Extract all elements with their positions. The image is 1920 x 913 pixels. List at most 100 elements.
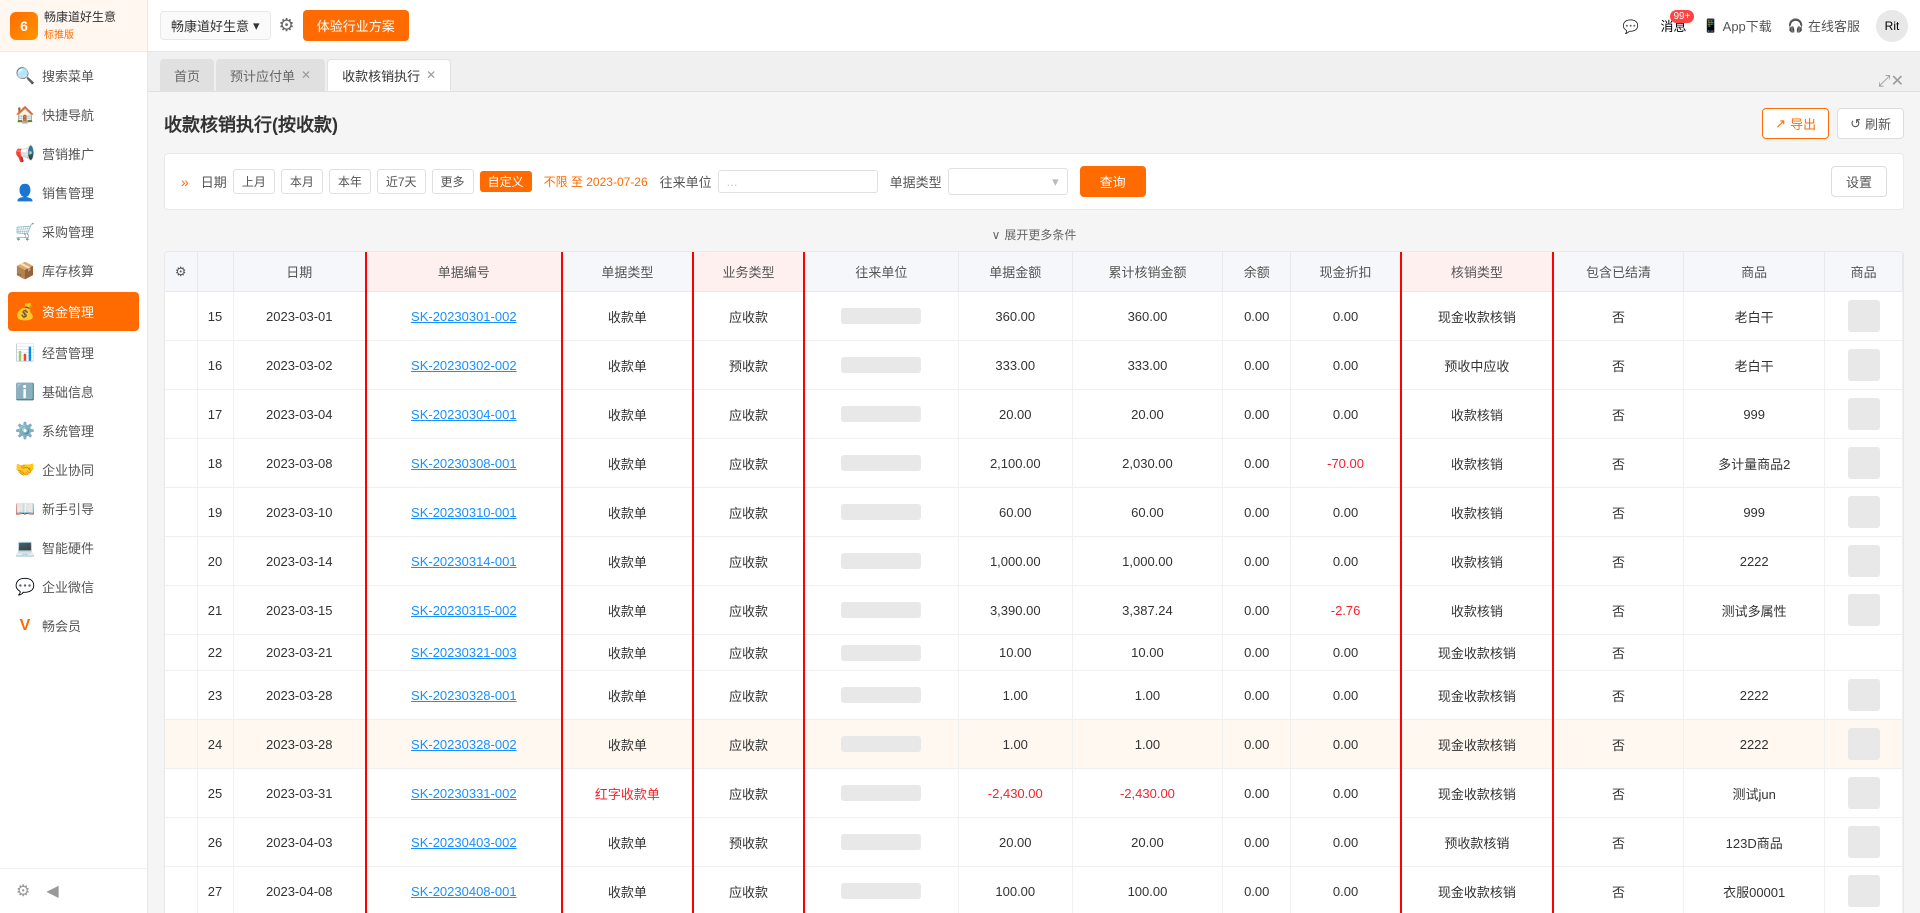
date-btn-last-month[interactable]: 上月 (233, 169, 275, 194)
cell-include-settled: 否 (1553, 341, 1684, 390)
tab-prepay[interactable]: 预计应付单 ✕ (216, 59, 325, 91)
cell-include-settled: 否 (1553, 635, 1684, 671)
expand-more-bar[interactable]: ∨ 展开更多条件 (164, 222, 1904, 247)
sidebar-item-purchase[interactable]: 🛒 采购管理 (0, 212, 147, 251)
th-goods-img: 商品 (1825, 252, 1903, 292)
industry-solution-button[interactable]: 体验行业方案 (303, 10, 409, 41)
cell-verified: 1.00 (1072, 671, 1222, 720)
tab-home[interactable]: 首页 (160, 59, 214, 91)
content-area: 收款核销执行(按收款) ↗ 导出 ↺ 刷新 » 日期 上月 本月 本年 近7天 (148, 92, 1920, 913)
date-filter-label: 日期 (201, 172, 227, 191)
chevron-down-more-icon: ∨ (992, 228, 1001, 242)
refresh-button[interactable]: ↺ 刷新 (1837, 108, 1904, 139)
query-button[interactable]: 查询 (1080, 166, 1146, 197)
cell-docno[interactable]: SK-20230403-002 (366, 818, 562, 867)
cell-docno[interactable]: SK-20230314-001 (366, 537, 562, 586)
sidebar-item-operation[interactable]: 📊 经营管理 (0, 333, 147, 372)
messages-badge[interactable]: 💬 99+ 消息 (1623, 16, 1687, 35)
sidebar-item-search[interactable]: 🔍 搜索菜单 (0, 56, 147, 95)
cell-settings (165, 292, 197, 341)
sidebar-item-corp[interactable]: 🤝 企业协同 (0, 450, 147, 489)
cell-cash-discount: 0.00 (1291, 720, 1401, 769)
sidebar-item-basic[interactable]: ℹ️ 基础信息 (0, 372, 147, 411)
cell-settings (165, 671, 197, 720)
sidebar-item-guide[interactable]: 📖 新手引导 (0, 489, 147, 528)
cell-docno[interactable]: SK-20230408-001 (366, 867, 562, 913)
th-balance: 余额 (1223, 252, 1291, 292)
cell-goods-img (1825, 586, 1903, 635)
brand-select[interactable]: 畅康道好生意 ▾ (160, 11, 271, 40)
date-btn-more[interactable]: 更多 (432, 169, 474, 194)
cell-docno[interactable]: SK-20230308-001 (366, 439, 562, 488)
cell-include-settled: 否 (1553, 671, 1684, 720)
th-rownum (197, 252, 233, 292)
tab-receipts[interactable]: 收款核销执行 ✕ (327, 59, 451, 91)
sidebar-footer: ⚙ ◀ (0, 868, 147, 913)
cell-docno[interactable]: SK-20230328-001 (366, 671, 562, 720)
sidebar-item-system[interactable]: ⚙️ 系统管理 (0, 411, 147, 450)
cell-rownum: 21 (197, 586, 233, 635)
sidebar-item-member[interactable]: V 畅会员 (0, 606, 147, 645)
cell-rownum: 17 (197, 390, 233, 439)
partner-input[interactable]: ... (718, 170, 878, 193)
settings-gear-icon[interactable]: ⚙ (279, 15, 295, 36)
tab-prepay-close-icon[interactable]: ✕ (301, 68, 311, 82)
main-area: 畅康道好生意 ▾ ⚙ 体验行业方案 💬 99+ 消息 📱 App下载 🎧 在线客… (148, 0, 1920, 913)
sidebar-item-inventory[interactable]: 📦 库存核算 (0, 251, 147, 290)
cell-docno[interactable]: SK-20230315-002 (366, 586, 562, 635)
cell-date: 2023-03-28 (233, 720, 366, 769)
cell-partner (804, 671, 958, 720)
cell-rownum: 24 (197, 720, 233, 769)
sidebar-logo: 6 畅康道好生意 标推版 (0, 0, 147, 52)
cell-doctype: 收款单 (562, 720, 693, 769)
setting-button[interactable]: 设置 (1831, 166, 1887, 197)
doc-type-select[interactable]: ▾ (948, 168, 1068, 195)
search-icon: 🔍 (16, 67, 34, 85)
cell-goods-img (1825, 671, 1903, 720)
filter-toggle-btn[interactable]: » (181, 174, 189, 190)
topnav-left: 畅康道好生意 ▾ ⚙ 体验行业方案 (160, 10, 1611, 41)
cell-doctype: 收款单 (562, 818, 693, 867)
tab-close-all-icon[interactable]: ✕ (1891, 71, 1904, 91)
date-btn-this-year[interactable]: 本年 (329, 169, 371, 194)
sidebar-item-finance[interactable]: 💰 资金管理 (8, 292, 139, 331)
cell-doctype: 收款单 (562, 341, 693, 390)
th-doctype: 单据类型 (562, 252, 693, 292)
sidebar-item-sales[interactable]: 👤 销售管理 (0, 173, 147, 212)
cell-docno[interactable]: SK-20230331-002 (366, 769, 562, 818)
date-btn-7days[interactable]: 近7天 (377, 169, 426, 194)
th-settings[interactable]: ⚙ (165, 252, 197, 292)
table-row: 192023-03-10SK-20230310-001收款单应收款 60.006… (165, 488, 1903, 537)
online-service-link[interactable]: 🎧 在线客服 (1788, 16, 1860, 35)
cell-verified: 20.00 (1072, 390, 1222, 439)
custom-date-btn[interactable]: 自定义 (480, 171, 532, 192)
cell-date: 2023-03-28 (233, 671, 366, 720)
sidebar-item-hardware[interactable]: 💻 智能硬件 (0, 528, 147, 567)
date-btn-this-month[interactable]: 本月 (281, 169, 323, 194)
cell-docno[interactable]: SK-20230310-001 (366, 488, 562, 537)
cell-cash-discount: 0.00 (1291, 341, 1401, 390)
cell-docno[interactable]: SK-20230301-002 (366, 292, 562, 341)
cell-docno[interactable]: SK-20230302-002 (366, 341, 562, 390)
sidebar-item-shortcut[interactable]: 🏠 快捷导航 (0, 95, 147, 134)
sidebar-item-wechat[interactable]: 💬 企业微信 (0, 567, 147, 606)
tab-expand-icon[interactable]: ⤢ (1878, 73, 1891, 91)
collapse-icon[interactable]: ◀ (46, 881, 58, 901)
cell-balance: 0.00 (1223, 488, 1291, 537)
export-button[interactable]: ↗ 导出 (1762, 108, 1829, 139)
cell-docno[interactable]: SK-20230321-003 (366, 635, 562, 671)
brand-select-text: 畅康道好生意 (171, 16, 249, 35)
settings-footer-icon[interactable]: ⚙ (16, 881, 30, 901)
cell-balance: 0.00 (1223, 586, 1291, 635)
tab-receipts-close-icon[interactable]: ✕ (426, 68, 436, 82)
avatar[interactable]: Rit (1876, 10, 1908, 42)
sidebar-item-marketing[interactable]: 📢 营销推广 (0, 134, 147, 173)
cell-amount: -2,430.00 (958, 769, 1072, 818)
cell-balance: 0.00 (1223, 769, 1291, 818)
cell-verifytype: 现金收款核销 (1401, 671, 1553, 720)
cell-docno[interactable]: SK-20230328-002 (366, 720, 562, 769)
cell-doctype: 收款单 (562, 292, 693, 341)
cell-amount: 60.00 (958, 488, 1072, 537)
cell-docno[interactable]: SK-20230304-001 (366, 390, 562, 439)
app-download-link[interactable]: 📱 App下载 (1702, 16, 1771, 35)
